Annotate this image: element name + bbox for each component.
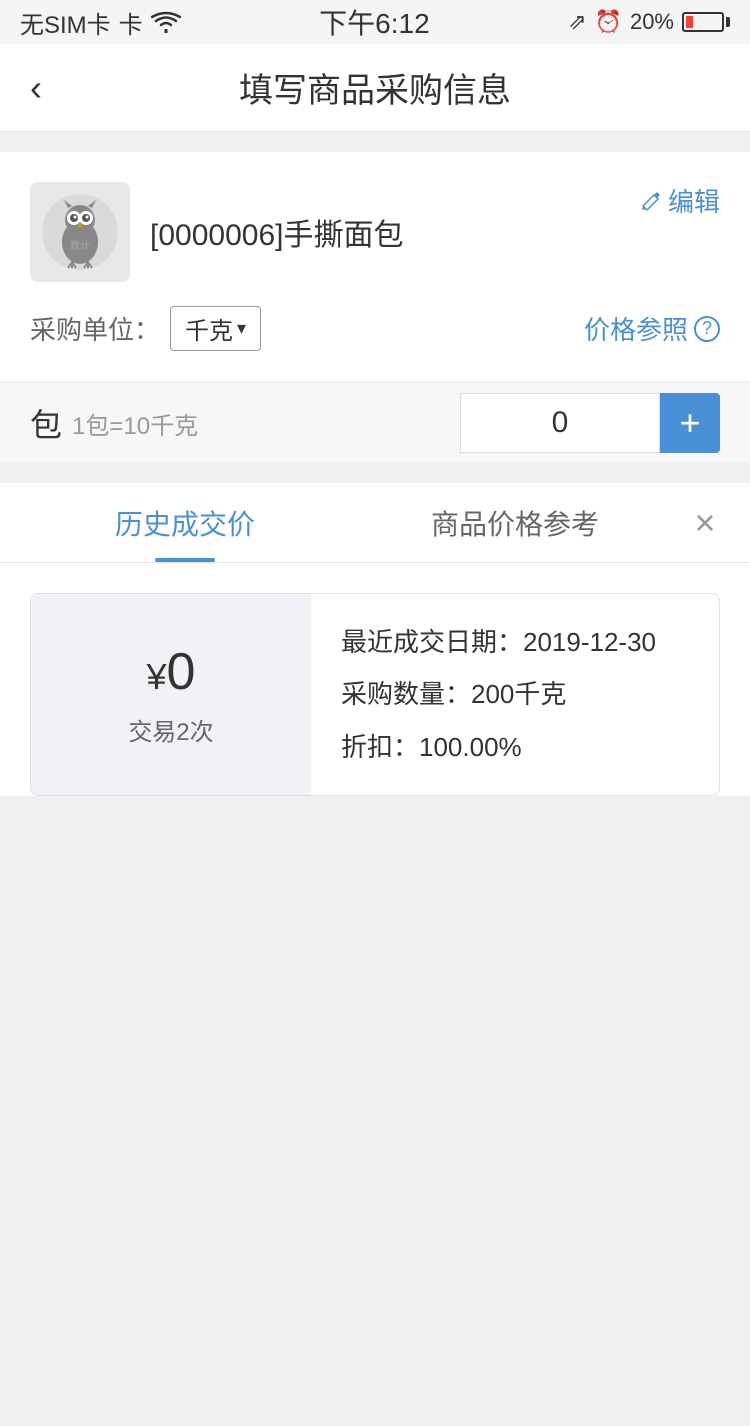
quantity-row: 包 1包=10千克 0 + [0,383,750,463]
unit-char: 包 [30,400,62,446]
product-header: 数计 [0000006]手撕面包 编辑 [30,182,720,282]
product-meta: 采购单位： 千克 ▾ 价格参照 ? [30,306,720,351]
main-content-area [0,826,750,1426]
page-title: 填写商品采购信息 [90,63,660,112]
quantity-unit: 包 1包=10千克 [30,400,198,446]
unit-selector[interactable]: 采购单位： 千克 ▾ [30,306,261,351]
battery-percent: 20% [630,9,674,35]
unit-label: 采购单位： [30,310,160,347]
price-right-panel: 最近成交日期：2019-12-30 采购数量：200千克 折扣：100.00% [311,594,719,795]
unit-note: 1包=10千克 [72,406,198,441]
svg-text:数计: 数计 [70,239,90,252]
transaction-count: 交易2次 [128,712,213,747]
carrier-text: 无SIM卡 [20,5,111,40]
help-icon: ? [694,316,720,342]
product-logo: 数计 [40,192,120,272]
back-button[interactable]: ‹ [30,67,90,109]
status-left: 无SIM卡 卡 [20,5,181,40]
alarm-icon: ⏰ [595,9,622,35]
product-left: 数计 [0000006]手撕面包 [30,182,403,282]
wifi-icon [151,11,181,33]
edit-icon [640,190,662,212]
product-name: [0000006]手撕面包 [150,210,403,254]
recent-date-row: 最近成交日期：2019-12-30 [341,624,689,660]
price-reference-button[interactable]: 价格参照 ? [584,310,720,347]
status-bar: 无SIM卡 卡 下午6:12 ⇗ ⏰ 20% [0,0,750,44]
purchase-qty-row: 采购数量：200千克 [341,676,689,712]
product-image: 数计 [30,182,130,282]
product-card: 数计 [0000006]手撕面包 编辑 采购单位： 千克 ▾ 价格参照 [0,152,750,381]
tab-close-button[interactable]: × [680,498,730,548]
price-amount: ¥0 [147,642,196,702]
tab-history-price[interactable]: 历史成交价 [20,483,350,562]
discount-row: 折扣：100.00% [341,729,689,765]
price-left-panel: ¥0 交易2次 [31,594,311,795]
quantity-control: 0 + [460,393,720,453]
quantity-plus-button[interactable]: + [660,393,720,453]
unit-tag[interactable]: 千克 ▾ [170,306,261,351]
tab-header: 历史成交价 商品价格参考 × [0,483,750,563]
battery-icon [682,12,730,32]
status-right: ⇗ ⏰ 20% [568,9,730,35]
quantity-input[interactable]: 0 [460,393,660,453]
location-icon: ⇗ [568,9,586,35]
tab-product-price-ref[interactable]: 商品价格参考 [350,483,680,562]
edit-button[interactable]: 编辑 [640,182,720,219]
status-time: 下午6:12 [319,2,430,42]
sim-icon: 卡 [119,5,143,40]
tab-section: 历史成交价 商品价格参考 × ¥0 交易2次 最近成交日期：2019-12-30… [0,483,750,796]
price-card: ¥0 交易2次 最近成交日期：2019-12-30 采购数量：200千克 折扣：… [30,593,720,796]
nav-bar: ‹ 填写商品采购信息 [0,44,750,132]
